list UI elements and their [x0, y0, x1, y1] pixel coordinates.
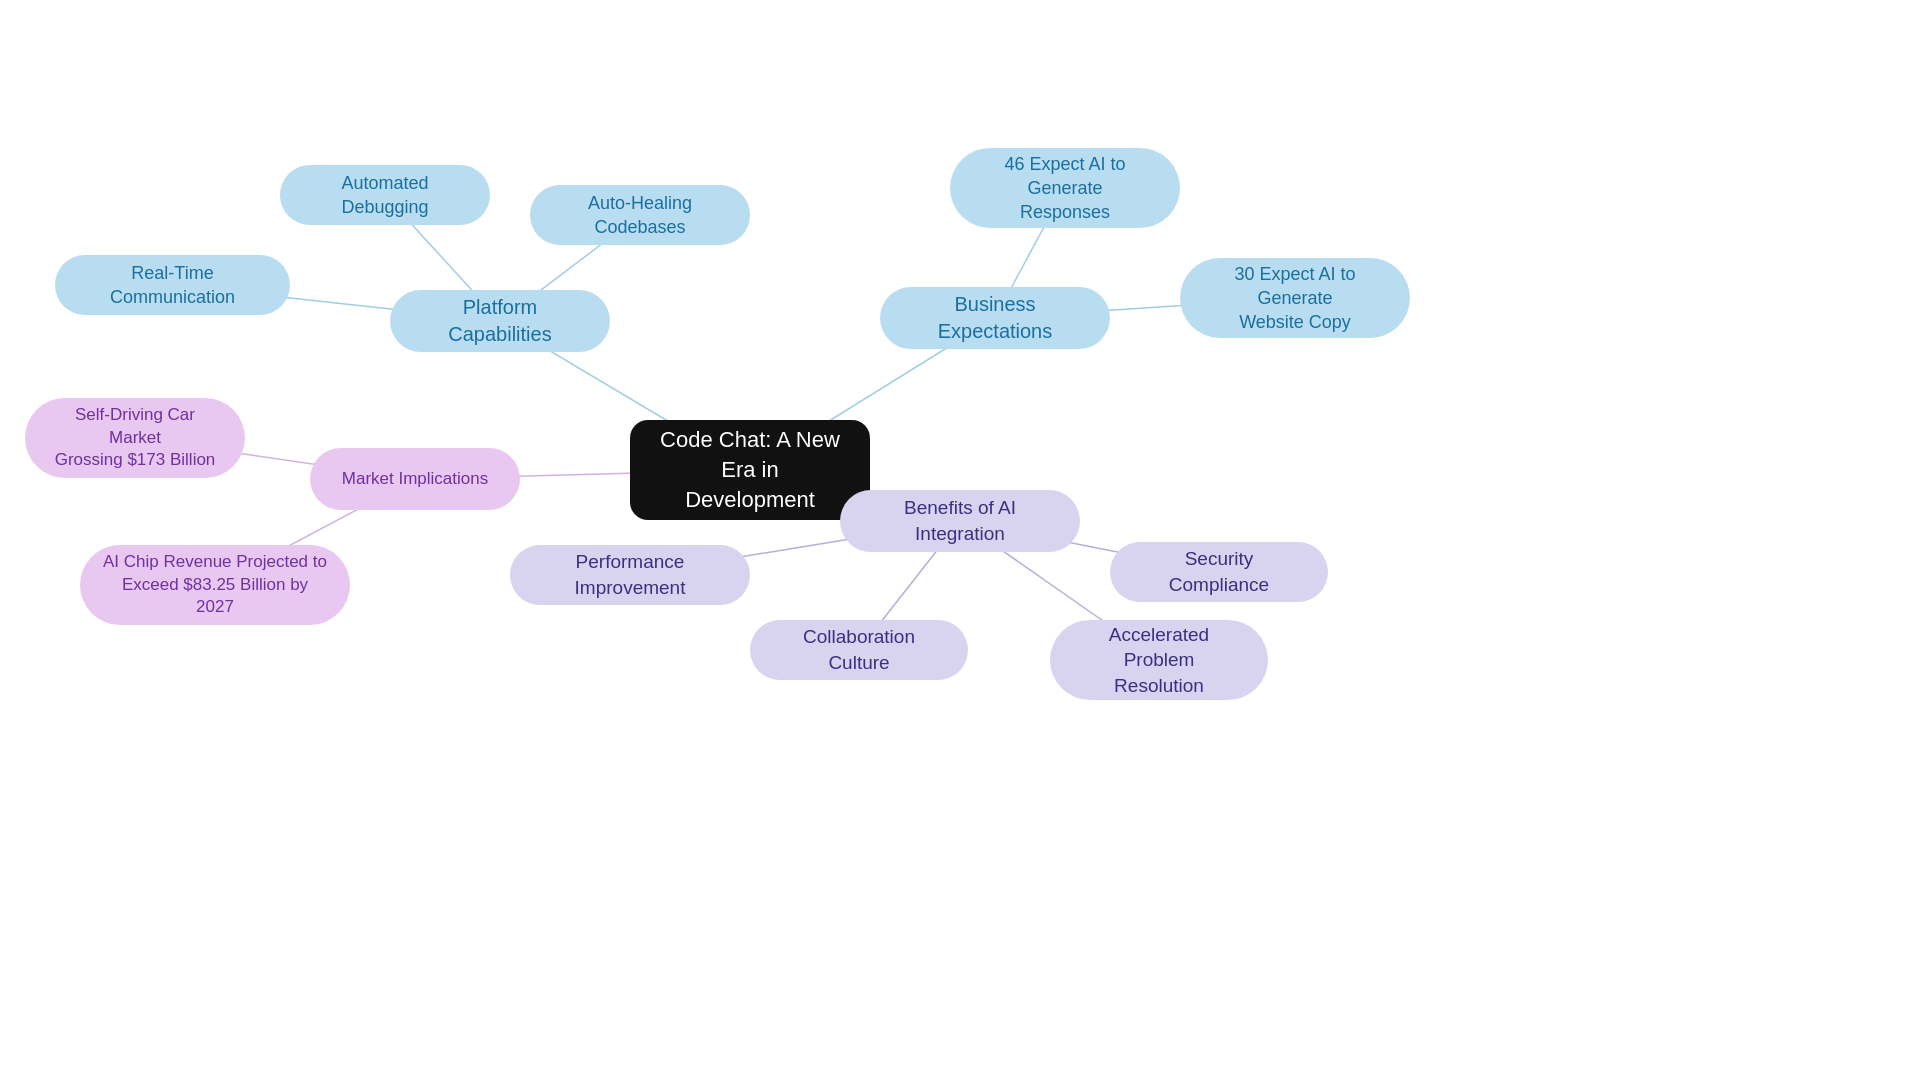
collab-culture-node[interactable]: Collaboration Culture — [750, 620, 968, 680]
auto-healing-node[interactable]: Auto-Healing Codebases — [530, 185, 750, 245]
realtime-comm-node[interactable]: Real-Time Communication — [55, 255, 290, 315]
expect-responses-node[interactable]: 46 Expect AI to GenerateResponses — [950, 148, 1180, 228]
security-compliance-node[interactable]: Security Compliance — [1110, 542, 1328, 602]
center-node[interactable]: Code Chat: A New Era inDevelopment — [630, 420, 870, 520]
mind-map: Code Chat: A New Era inDevelopment Platf… — [0, 0, 1920, 1083]
automated-debugging-node[interactable]: Automated Debugging — [280, 165, 490, 225]
market-implications-node[interactable]: Market Implications — [310, 448, 520, 510]
benefits-ai-node[interactable]: Benefits of AI Integration — [840, 490, 1080, 552]
expect-website-copy-node[interactable]: 30 Expect AI to GenerateWebsite Copy — [1180, 258, 1410, 338]
accelerated-node[interactable]: Accelerated ProblemResolution — [1050, 620, 1268, 700]
ai-chip-node[interactable]: AI Chip Revenue Projected toExceed $83.2… — [80, 545, 350, 625]
center-label: Code Chat: A New Era inDevelopment — [652, 425, 848, 514]
platform-capabilities-node[interactable]: Platform Capabilities — [390, 290, 610, 352]
self-driving-node[interactable]: Self-Driving Car MarketGrossing $173 Bil… — [25, 398, 245, 478]
performance-node[interactable]: Performance Improvement — [510, 545, 750, 605]
business-expectations-node[interactable]: Business Expectations — [880, 287, 1110, 349]
